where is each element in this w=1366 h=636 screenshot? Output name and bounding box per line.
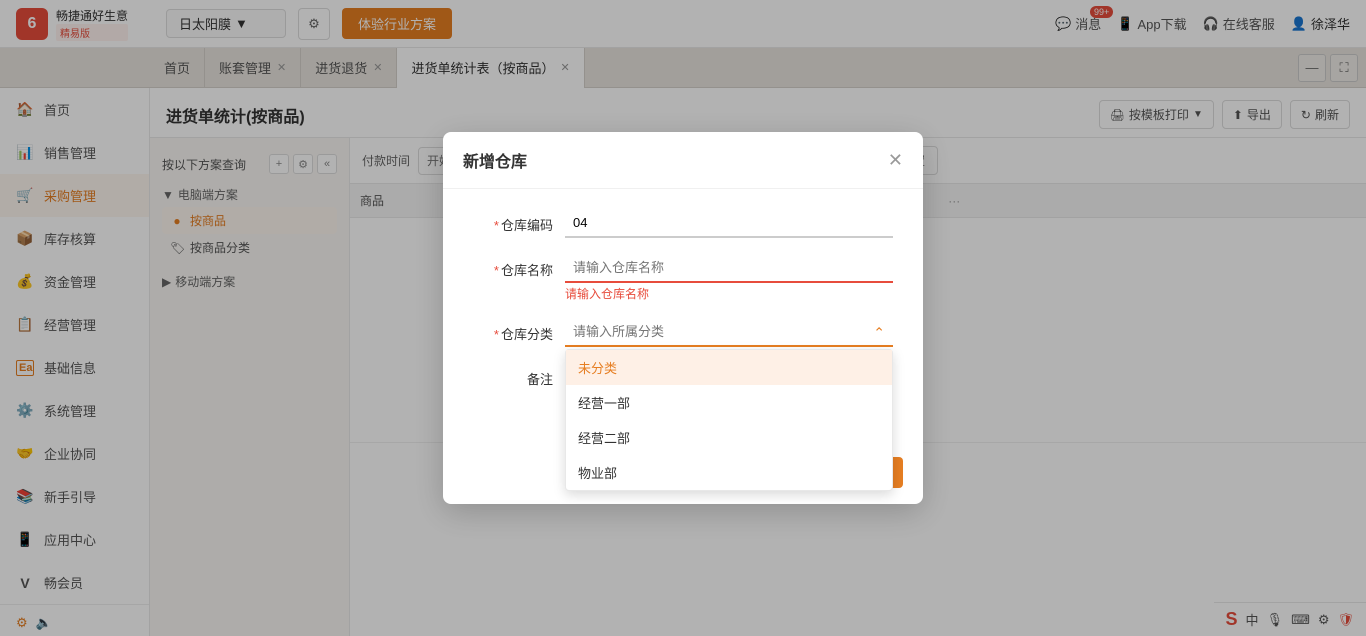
close-dialog-icon[interactable]: ✕ — [888, 150, 903, 171]
form-row-category: 仓库分类 ⌃ 未分类 经营一部 经营二部 物业部 — [473, 318, 893, 347]
category-field: ⌃ 未分类 经营一部 经营二部 物业部 — [565, 318, 893, 347]
form-row-name: 仓库名称 请输入仓库名称 — [473, 254, 893, 302]
form-row-code: 仓库编码 — [473, 209, 893, 238]
code-input[interactable] — [565, 209, 893, 238]
code-label: 仓库编码 — [473, 209, 553, 234]
dialog-header: 新增仓库 ✕ — [443, 132, 923, 189]
category-input[interactable] — [565, 318, 893, 347]
code-field — [565, 209, 893, 238]
category-label: 仓库分类 — [473, 318, 553, 343]
name-error-msg: 请输入仓库名称 — [565, 285, 893, 302]
name-field: 请输入仓库名称 — [565, 254, 893, 302]
chevron-up-icon[interactable]: ⌃ — [873, 324, 885, 341]
remark-label: 备注 — [473, 363, 553, 388]
dropdown-item-dept3[interactable]: 物业部 — [566, 455, 892, 490]
dropdown-item-unclassified[interactable]: 未分类 — [566, 350, 892, 385]
dialog-body: 仓库编码 仓库名称 请输入仓库名称 仓库分类 ⌃ — [443, 189, 923, 445]
dialog-title: 新增仓库 — [463, 148, 527, 172]
dropdown-item-dept2[interactable]: 经营二部 — [566, 420, 892, 455]
modal-overlay: 新增仓库 ✕ 仓库编码 仓库名称 请输入仓库名称 仓库分类 — [0, 0, 1366, 636]
dropdown-item-dept1[interactable]: 经营一部 — [566, 385, 892, 420]
name-label: 仓库名称 — [473, 254, 553, 279]
category-dropdown-menu: 未分类 经营一部 经营二部 物业部 — [565, 349, 893, 491]
new-warehouse-dialog: 新增仓库 ✕ 仓库编码 仓库名称 请输入仓库名称 仓库分类 — [443, 132, 923, 504]
name-input[interactable] — [565, 254, 893, 283]
